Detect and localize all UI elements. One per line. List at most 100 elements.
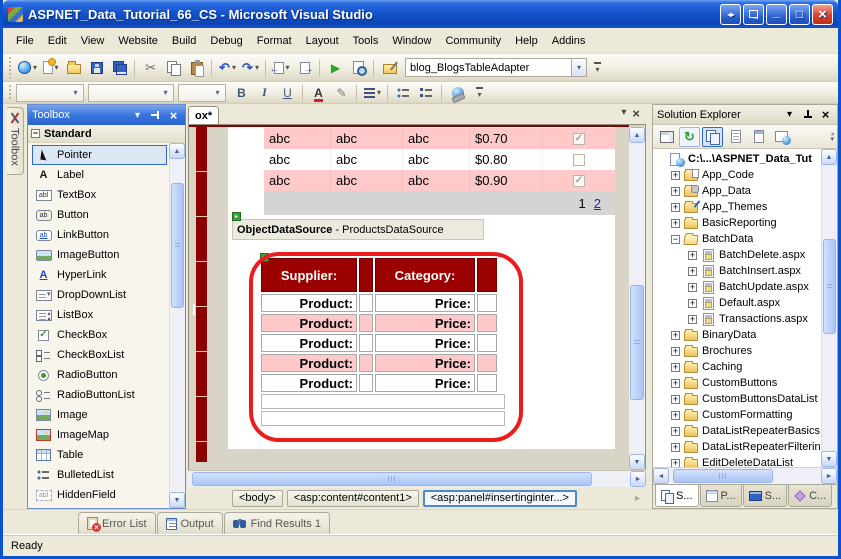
pager-page-link[interactable]: 2 — [594, 196, 601, 211]
toolbar-button[interactable] — [211, 59, 213, 77]
toolbox-item[interactable]: DropDownList — [32, 285, 167, 305]
toolbar-overflow-button[interactable] — [591, 58, 604, 78]
toolbar-button[interactable] — [378, 57, 401, 79]
tree-expander[interactable] — [671, 443, 680, 452]
window-button[interactable] — [743, 4, 764, 25]
scroll-left-button[interactable] — [653, 468, 669, 484]
toolbox-pin-button[interactable] — [148, 108, 163, 122]
format-button[interactable] — [361, 82, 384, 104]
tree-expander[interactable] — [671, 379, 680, 388]
menu-item[interactable]: Window — [385, 32, 438, 50]
smart-tag-icon[interactable] — [260, 253, 269, 262]
objectdatasource-control[interactable]: ObjectDataSource - ProductsDataSource — [232, 219, 484, 240]
toolbar-button[interactable] — [270, 57, 293, 79]
tree-expander[interactable] — [671, 187, 680, 196]
toolbox-item[interactable]: ImageButton — [32, 245, 167, 265]
tree-item[interactable]: Transactions.aspx — [655, 311, 821, 327]
tool-window-tab[interactable]: C... — [788, 485, 832, 507]
tree-expander[interactable] — [671, 459, 680, 468]
solution-explorer-tool-button[interactable] — [702, 127, 723, 147]
menu-item[interactable]: Website — [111, 32, 165, 50]
toolbox-menu-button[interactable] — [130, 108, 145, 122]
solution-explorer-pin-button[interactable] — [800, 108, 815, 122]
document-close-button[interactable] — [632, 106, 640, 121]
tree-expander[interactable] — [671, 331, 680, 340]
scroll-down-button[interactable] — [169, 492, 185, 508]
tree-expander[interactable] — [688, 283, 697, 292]
tree-item[interactable]: EditDeleteDataList — [655, 455, 821, 467]
toolbar-button[interactable] — [85, 57, 108, 79]
format-button[interactable]: I — [253, 82, 276, 104]
combo-dropdown-icon[interactable] — [210, 85, 225, 101]
document-tab[interactable]: ox* — [188, 106, 219, 124]
font-size-combo[interactable] — [178, 84, 226, 102]
style-combo[interactable] — [16, 84, 84, 102]
toolbox-item[interactable]: ImageMap — [32, 425, 167, 445]
scroll-right-button[interactable] — [630, 471, 646, 487]
toolbox-item[interactable]: Table — [32, 445, 167, 465]
design-vertical-scrollbar[interactable] — [629, 127, 645, 470]
tree-expander[interactable] — [688, 299, 697, 308]
tree-item[interactable]: Caching — [655, 359, 821, 375]
design-surface[interactable]: abc abc abc $0.70 abc abc abc $0.80 — [188, 124, 646, 470]
scrollbar-thumb[interactable] — [673, 469, 773, 483]
window-button[interactable] — [812, 4, 833, 25]
tree-item[interactable]: BinaryData — [655, 327, 821, 343]
menu-item[interactable]: Addins — [545, 32, 593, 50]
scroll-right-button[interactable] — [821, 468, 837, 484]
toolbox-item[interactable]: RadioButtonList — [32, 385, 167, 405]
format-button[interactable] — [302, 84, 304, 102]
window-button[interactable] — [766, 4, 787, 25]
toolbox-item[interactable]: LinkButton — [32, 225, 167, 245]
bottom-panel-tab[interactable]: Error List — [78, 512, 156, 534]
tree-item[interactable]: Default.aspx — [655, 295, 821, 311]
menu-item[interactable]: Tools — [346, 32, 386, 50]
toolbar-button[interactable] — [324, 57, 347, 79]
toolbar-grip[interactable] — [8, 85, 13, 101]
tree-expander[interactable] — [688, 251, 697, 260]
toolbox-item[interactable]: HiddenField — [32, 485, 167, 505]
toolbar-button[interactable] — [139, 57, 162, 79]
tree-item[interactable]: CustomFormatting — [655, 407, 821, 423]
tree-expander[interactable] — [671, 171, 680, 180]
scrollbar-thumb[interactable] — [171, 183, 184, 308]
tree-item[interactable]: BasicReporting — [655, 215, 821, 231]
solution-explorer-tool-button[interactable] — [748, 127, 769, 147]
combo-dropdown-icon[interactable] — [158, 85, 173, 101]
menu-item[interactable]: Format — [250, 32, 299, 50]
solution-horizontal-scrollbar[interactable] — [653, 467, 837, 484]
toolbar-button[interactable] — [373, 59, 375, 77]
toolbar-grip[interactable] — [8, 57, 13, 77]
title-bar[interactable]: ASPNET_Data_Tutorial_66_CS - Microsoft V… — [3, 0, 838, 28]
solution-explorer-tool-button[interactable] — [656, 127, 677, 147]
format-button[interactable] — [392, 82, 415, 104]
tree-expander[interactable] — [671, 235, 680, 244]
toolbox-group-header[interactable]: Standard — [28, 125, 185, 143]
toolbar-button[interactable] — [265, 59, 267, 77]
toolbar-button[interactable] — [319, 59, 321, 77]
scrollbar-thumb[interactable] — [823, 239, 836, 334]
scroll-up-button[interactable] — [821, 149, 837, 165]
toolbox-autohide-tab[interactable]: Toolbox — [7, 107, 24, 175]
tree-expander[interactable] — [671, 395, 680, 404]
tool-window-tab[interactable]: S... — [743, 485, 788, 507]
tree-item[interactable]: DataListRepeaterBasics — [655, 423, 821, 439]
tree-item[interactable]: BatchUpdate.aspx — [655, 279, 821, 295]
format-button[interactable] — [330, 82, 353, 104]
scroll-up-button[interactable] — [169, 143, 185, 159]
scrollbar-thumb[interactable] — [192, 472, 592, 486]
smart-tag-icon[interactable] — [232, 212, 241, 221]
format-button[interactable]: B — [230, 82, 253, 104]
toolbar-button[interactable] — [216, 57, 239, 79]
design-horizontal-scrollbar[interactable] — [188, 470, 646, 487]
tree-item[interactable]: BatchInsert.aspx — [655, 263, 821, 279]
tree-item[interactable]: Brochures — [655, 343, 821, 359]
toolbox-item[interactable]: ListBox — [32, 305, 167, 325]
format-button[interactable] — [446, 82, 469, 104]
menu-item[interactable]: Edit — [41, 32, 74, 50]
format-button[interactable]: U — [276, 82, 299, 104]
toolbox-item[interactable]: Label — [32, 165, 167, 185]
toolbar-combo[interactable]: blog_BlogsTableAdapter — [405, 58, 587, 77]
tree-expander[interactable] — [671, 363, 680, 372]
format-button[interactable] — [356, 84, 358, 102]
